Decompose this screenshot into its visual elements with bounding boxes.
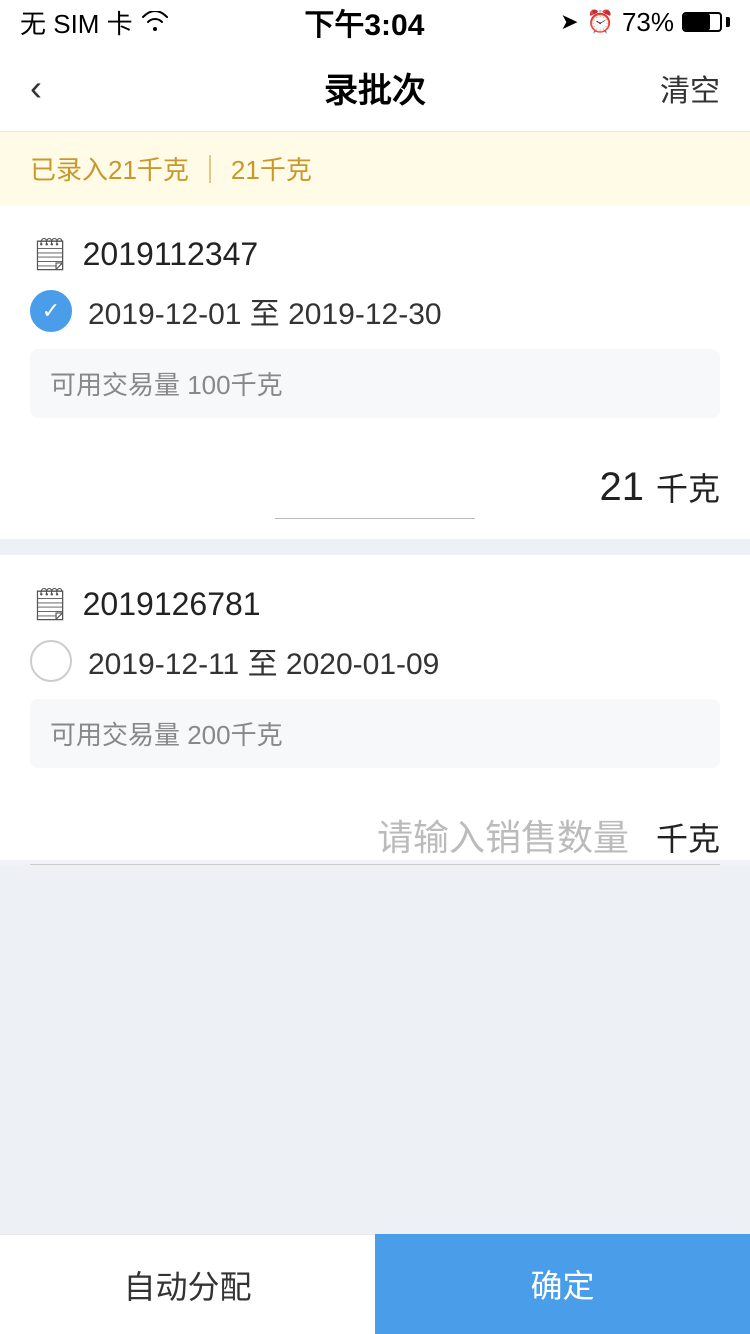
batch-2-qty-unit: 千克 bbox=[656, 814, 720, 860]
alarm-icon: ⏰ bbox=[587, 9, 614, 35]
doc-icon-1: 🗒 bbox=[30, 235, 71, 273]
batch-2-header: 🗒 2019126781 bbox=[30, 585, 720, 623]
batch-2-avail-text: 可用交易量 200千克 bbox=[50, 720, 283, 750]
batch-1-qty-value: 21 bbox=[599, 465, 644, 510]
batch-2-avail-box: 可用交易量 200千克 bbox=[30, 699, 720, 768]
check-icon: ✓ bbox=[42, 298, 60, 324]
batch-1-date-row[interactable]: ✓ 2019-12-01 至 2019-12-30 bbox=[30, 289, 720, 333]
batch-1-date: 2019-12-01 至 2019-12-30 bbox=[88, 289, 442, 333]
batch-2-date: 2019-12-11 至 2020-01-09 bbox=[88, 639, 439, 683]
batch-1-id: 2019112347 bbox=[83, 236, 259, 273]
batch-2-id: 2019126781 bbox=[83, 586, 261, 623]
wifi-icon bbox=[141, 7, 169, 38]
batch-2-input-row: 千克 bbox=[0, 798, 750, 860]
status-left: 无 SIM 卡 bbox=[20, 4, 169, 41]
batch-2-card: 🗒 2019126781 2019-12-11 至 2020-01-09 可用交… bbox=[0, 555, 750, 798]
main-content: 已录入21千克 21千克 🗒 2019112347 ✓ 2019-12-01 至… bbox=[0, 132, 750, 1322]
status-right: ➤ ⏰ 73% bbox=[560, 7, 730, 38]
location-icon: ➤ bbox=[560, 9, 578, 35]
info-divider bbox=[209, 155, 211, 183]
info-bar: 已录入21千克 21千克 bbox=[0, 132, 750, 205]
status-bar: 无 SIM 卡 下午3:04 ➤ ⏰ 73% bbox=[0, 0, 750, 44]
batch-1-avail-text: 可用交易量 100千克 bbox=[50, 370, 283, 400]
batch-1-header: 🗒 2019112347 bbox=[30, 235, 720, 273]
nav-bar: ‹ 录批次 清空 bbox=[0, 44, 750, 132]
battery-icon bbox=[682, 12, 730, 32]
batch-1-qty-unit: 千克 bbox=[656, 464, 720, 510]
page-title: 录批次 bbox=[324, 63, 426, 112]
batch-1-qty-row: 21 千克 bbox=[0, 448, 750, 510]
battery-text: 73% bbox=[622, 7, 674, 38]
batch-2-date-row[interactable]: 2019-12-11 至 2020-01-09 bbox=[30, 639, 720, 683]
clear-button[interactable]: 清空 bbox=[660, 66, 720, 110]
batch-1-avail-box: 可用交易量 100千克 bbox=[30, 349, 720, 418]
confirm-button[interactable]: 确定 bbox=[375, 1234, 750, 1334]
doc-icon-2: 🗒 bbox=[30, 585, 71, 623]
carrier-text: 无 SIM 卡 bbox=[20, 4, 133, 41]
batch-2-radio[interactable] bbox=[30, 640, 72, 682]
batch-1-radio[interactable]: ✓ bbox=[30, 290, 72, 332]
info-label: 已录入21千克 bbox=[30, 150, 189, 187]
batch-1-card: 🗒 2019112347 ✓ 2019-12-01 至 2019-12-30 可… bbox=[0, 205, 750, 448]
auto-distribute-button[interactable]: 自动分配 bbox=[0, 1234, 375, 1334]
bottom-bar: 自动分配 确定 bbox=[0, 1234, 750, 1334]
batch-2-qty-input[interactable] bbox=[30, 817, 644, 859]
status-time: 下午3:04 bbox=[304, 0, 424, 44]
back-button[interactable]: ‹ bbox=[30, 67, 90, 109]
section-divider bbox=[0, 539, 750, 555]
info-value: 21千克 bbox=[231, 150, 312, 187]
